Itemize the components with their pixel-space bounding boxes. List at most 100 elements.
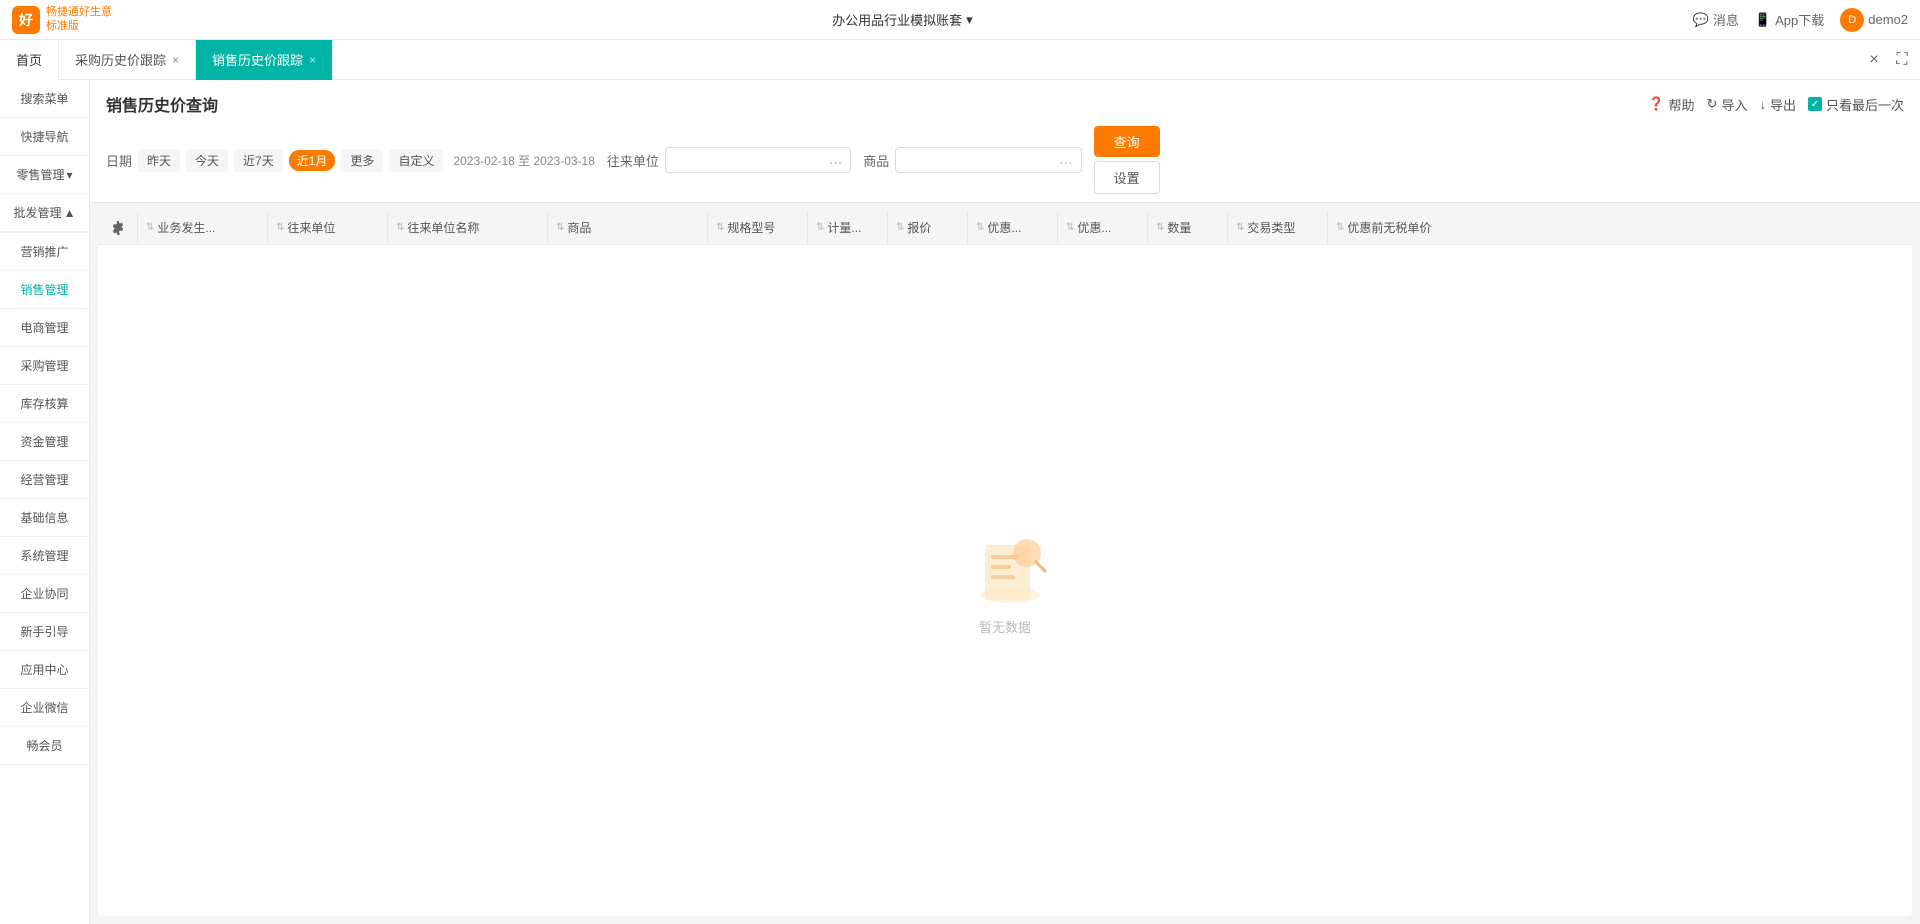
- date-filter-group: 日期 昨天 今天 近7天 近1月 更多 自定义 2023-02-18 至 202…: [106, 149, 595, 172]
- page-title-row: 销售历史价查询 ❓ 帮助 ↻ 导入 ↓ 导出: [106, 92, 1904, 116]
- goods-input[interactable]: [904, 153, 1059, 167]
- sidebar-item-purchase-mgmt[interactable]: 采购管理: [0, 347, 89, 385]
- sidebar-item-shortcut[interactable]: 快捷导航: [0, 118, 89, 156]
- th-qty[interactable]: ⇅ 数量: [1148, 211, 1228, 244]
- sidebar-item-inventory[interactable]: 库存核算: [0, 385, 89, 423]
- sort-icon: ⇅: [1066, 222, 1074, 233]
- page-header: 销售历史价查询 ❓ 帮助 ↻ 导入 ↓ 导出: [90, 80, 1920, 203]
- close-tab-action[interactable]: ×: [1864, 50, 1884, 70]
- user-area[interactable]: D demo2: [1840, 8, 1908, 32]
- date-btn-today[interactable]: 今天: [186, 149, 228, 172]
- tab-purchase[interactable]: 采购历史价跟踪 ×: [59, 40, 196, 80]
- help-icon: ❓: [1648, 96, 1664, 112]
- filter-row: 日期 昨天 今天 近7天 近1月 更多 自定义 2023-02-18 至 202…: [106, 126, 1904, 194]
- sidebar-item-system[interactable]: 系统管理: [0, 537, 89, 575]
- sort-icon: ⇅: [146, 222, 154, 233]
- sidebar-item-basic[interactable]: 基础信息: [0, 499, 89, 537]
- goods-filter-group: 商品 ...: [863, 147, 1081, 173]
- th-unit-name[interactable]: ⇅ 往来单位名称: [388, 211, 548, 244]
- th-goods[interactable]: ⇅ 商品: [548, 211, 708, 244]
- sort-icon: ⇅: [276, 222, 284, 233]
- sidebar-item-enterprise[interactable]: 企业协同: [0, 575, 89, 613]
- tab-actions: × ⛶: [1864, 50, 1920, 70]
- tab-sales[interactable]: 销售历史价跟踪 ×: [196, 40, 333, 80]
- sort-icon: ⇅: [396, 222, 404, 233]
- sidebar-item-search[interactable]: 搜索菜单: [0, 80, 89, 118]
- sort-icon: ⇅: [716, 222, 724, 233]
- goods-input-wrapper: ...: [895, 147, 1081, 173]
- content-area: 销售历史价查询 ❓ 帮助 ↻ 导入 ↓ 导出: [90, 80, 1920, 924]
- checkbox-icon: [1808, 97, 1822, 111]
- export-button[interactable]: ↓ 导出: [1759, 95, 1796, 114]
- sort-icon: ⇅: [1236, 222, 1244, 233]
- date-btn-yesterday[interactable]: 昨天: [138, 149, 180, 172]
- page-actions: ❓ 帮助 ↻ 导入 ↓ 导出 只看最后一次: [1648, 95, 1904, 114]
- th-business-date[interactable]: ⇅ 业务发生...: [138, 211, 268, 244]
- th-settings[interactable]: [98, 213, 138, 243]
- th-dis1[interactable]: ⇅ 优惠...: [968, 211, 1058, 244]
- counterpart-input[interactable]: [674, 153, 829, 167]
- sidebar-item-appstore[interactable]: 应用中心: [0, 651, 89, 689]
- top-bar: 好 畅捷通好生意 标准版 办公用品行业模拟账套 ▾ 💬 消息 📱 App下载 D…: [0, 0, 1920, 40]
- industry-selector[interactable]: 办公用品行业模拟账套 ▾: [832, 10, 973, 29]
- app-download-button[interactable]: 📱 App下载: [1755, 10, 1824, 29]
- import-button[interactable]: ↻ 导入: [1707, 95, 1748, 114]
- phone-icon: 📱: [1755, 12, 1771, 28]
- sidebar-item-ecom[interactable]: 电商管理: [0, 309, 89, 347]
- counterpart-label: 往来单位: [607, 151, 659, 170]
- th-dis2[interactable]: ⇅ 优惠...: [1058, 211, 1148, 244]
- main-layout: 搜索菜单 快捷导航 零售管理 ▾ 批发管理 ▲ 营销推广 销售管理 电商管理 采…: [0, 80, 1920, 924]
- message-button[interactable]: 💬 消息: [1693, 10, 1739, 29]
- date-btn-7days[interactable]: 近7天: [234, 149, 283, 172]
- sidebar-item-marketing[interactable]: 营销推广: [0, 233, 89, 271]
- only-last-toggle[interactable]: 只看最后一次: [1808, 95, 1904, 114]
- sort-icon: ⇅: [1156, 222, 1164, 233]
- sidebar-item-sales-mgmt[interactable]: 销售管理: [0, 271, 89, 309]
- query-button[interactable]: 查询: [1094, 126, 1160, 157]
- th-unit-code[interactable]: ⇅ 往来单位: [268, 211, 388, 244]
- arrow-icon: ▲: [64, 206, 76, 220]
- sidebar-item-wechat[interactable]: 企业微信: [0, 689, 89, 727]
- settings-icon: [111, 221, 125, 235]
- sidebar-item-member[interactable]: 畅会员: [0, 727, 89, 765]
- sidebar: 搜索菜单 快捷导航 零售管理 ▾ 批发管理 ▲ 营销推广 销售管理 电商管理 采…: [0, 80, 90, 924]
- th-notax-price[interactable]: ⇅ 优惠前无税单价: [1328, 211, 1912, 244]
- th-calc-unit[interactable]: ⇅ 计量...: [808, 211, 888, 244]
- sidebar-item-finance[interactable]: 资金管理: [0, 423, 89, 461]
- sort-icon: ⇅: [976, 222, 984, 233]
- date-btn-1month[interactable]: 近1月: [289, 150, 336, 171]
- sort-icon: ⇅: [1336, 222, 1344, 233]
- th-price[interactable]: ⇅ 报价: [888, 211, 968, 244]
- top-bar-center: 办公用品行业模拟账套 ▾: [832, 10, 973, 29]
- goods-label: 商品: [863, 151, 889, 170]
- tab-purchase-close[interactable]: ×: [172, 53, 179, 67]
- th-spec[interactable]: ⇅ 规格型号: [708, 211, 808, 244]
- tab-sales-close[interactable]: ×: [309, 53, 316, 67]
- counterpart-filter-group: 往来单位 ...: [607, 147, 851, 173]
- th-trade-type[interactable]: ⇅ 交易类型: [1228, 211, 1328, 244]
- sidebar-item-guide[interactable]: 新手引导: [0, 613, 89, 651]
- date-btn-custom[interactable]: 自定义: [389, 149, 443, 172]
- top-bar-left: 好 畅捷通好生意 标准版: [12, 6, 112, 34]
- setting-button[interactable]: 设置: [1094, 161, 1160, 194]
- counterpart-picker-icon[interactable]: ...: [829, 151, 842, 169]
- avatar: D: [1840, 8, 1864, 32]
- counterpart-input-wrapper: ...: [665, 147, 851, 173]
- export-icon: ↓: [1759, 97, 1766, 112]
- maximize-tab-action[interactable]: ⛶: [1892, 50, 1912, 70]
- action-btn-group: 查询 设置: [1094, 126, 1160, 194]
- sidebar-item-wholesale[interactable]: 批发管理 ▲: [0, 194, 89, 232]
- empty-state: 暂无数据: [98, 245, 1912, 916]
- sort-icon: ⇅: [556, 222, 564, 233]
- logo-text: 畅捷通好生意 标准版: [46, 6, 112, 32]
- goods-picker-icon[interactable]: ...: [1059, 151, 1072, 169]
- date-label: 日期: [106, 151, 132, 170]
- sort-icon: ⇅: [816, 222, 824, 233]
- tab-home[interactable]: 首页: [0, 40, 59, 80]
- date-range-display: 2023-02-18 至 2023-03-18: [453, 152, 594, 169]
- date-btn-more[interactable]: 更多: [341, 149, 383, 172]
- help-button[interactable]: ❓ 帮助: [1648, 95, 1694, 114]
- sort-icon: ⇅: [896, 222, 904, 233]
- sidebar-item-business[interactable]: 经营管理: [0, 461, 89, 499]
- sidebar-item-retail[interactable]: 零售管理 ▾: [0, 156, 89, 194]
